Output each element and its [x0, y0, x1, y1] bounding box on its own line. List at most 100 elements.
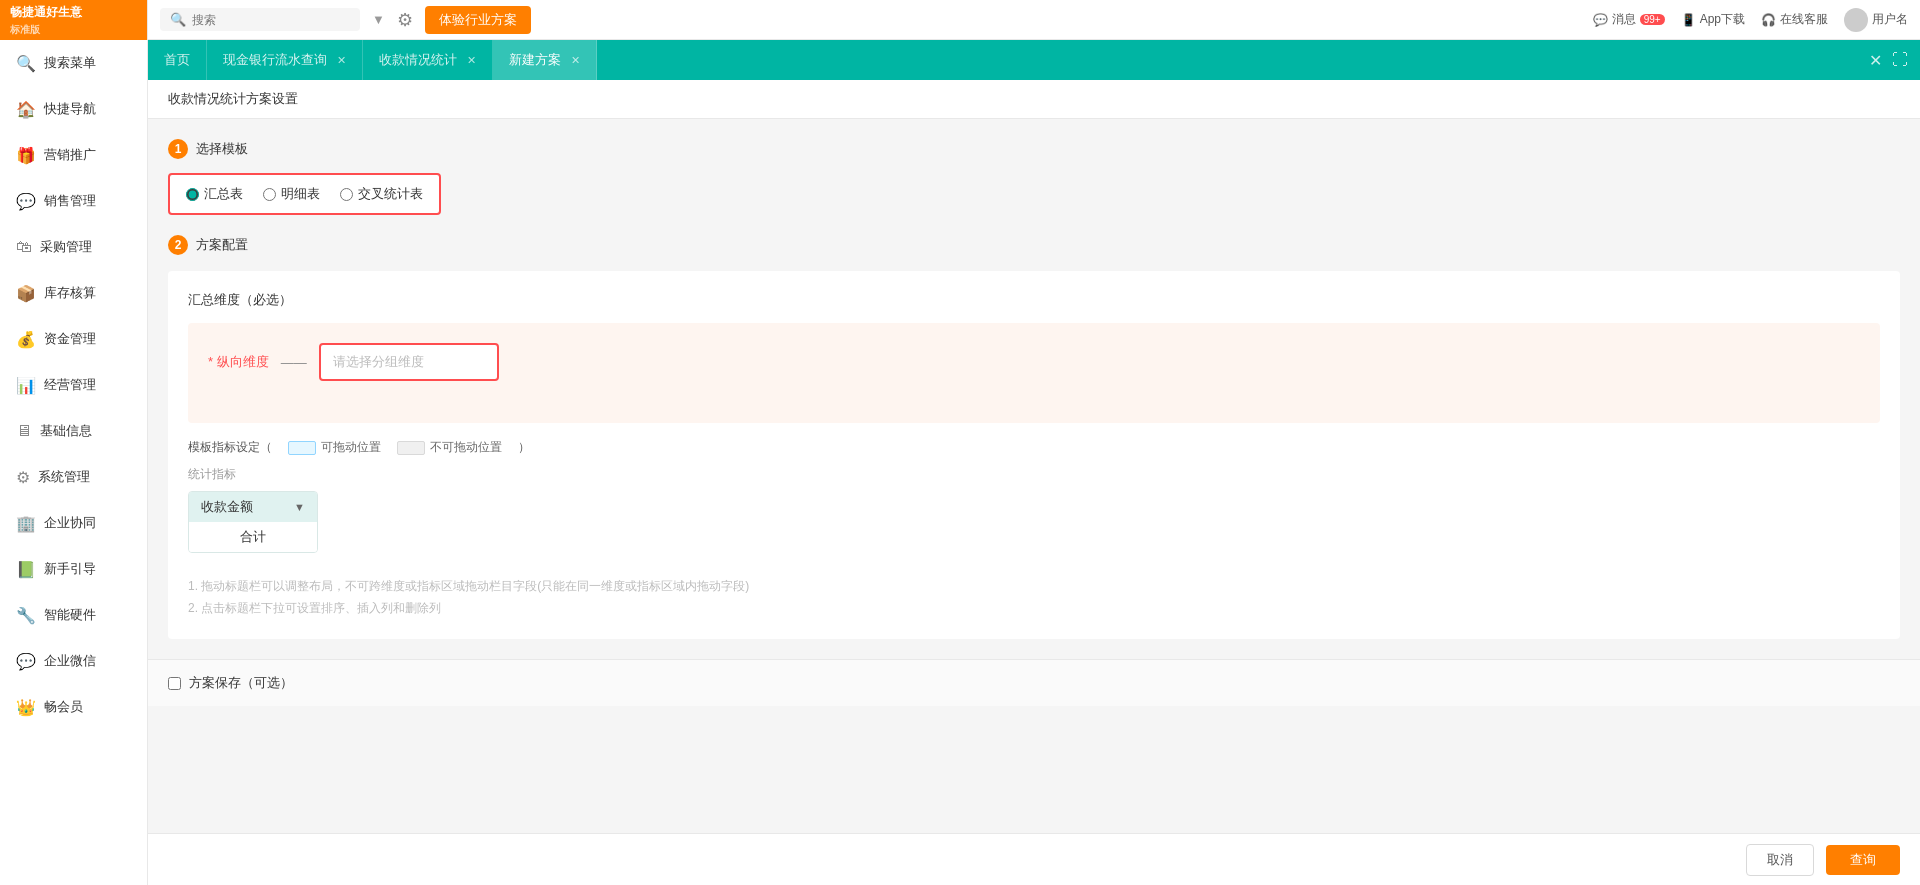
service-icon: 🎧 [1761, 13, 1776, 27]
sidebar-item-purchase[interactable]: 🛍 采购管理 [0, 224, 147, 270]
sidebar-item-smart[interactable]: 🔧 智能硬件 [0, 592, 147, 638]
wechat-icon: 💬 [16, 652, 36, 671]
dimension-select[interactable]: 请选择分组维度 [319, 343, 499, 381]
template-option-summary[interactable]: 汇总表 [186, 185, 243, 203]
tab-receipt-stat[interactable]: 收款情况统计 ✕ [363, 40, 493, 80]
page-header: 收款情况统计方案设置 [148, 80, 1920, 119]
sidebar-item-enterprise[interactable]: 🏢 企业协同 [0, 500, 147, 546]
tab-actions: ✕ ⛶ [1857, 40, 1920, 80]
save-plan-checkbox[interactable] [168, 677, 181, 690]
section1-header: 1 选择模板 [168, 139, 1900, 159]
sidebar-item-label: 企业协同 [44, 514, 96, 532]
page-body: 1 选择模板 汇总表 明细表 交叉统计表 [148, 119, 1920, 659]
content-area: 收款情况统计方案设置 1 选择模板 汇总表 明细表 [148, 80, 1920, 833]
indicator-column-name: 收款金额 [201, 498, 253, 516]
sidebar: 畅捷通好生意 标准版 🔍 搜索菜单 🏠 快捷导航 🎁 营销推广 💬 销售管理 🛍… [0, 0, 148, 885]
sidebar-item-label: 快捷导航 [44, 100, 96, 118]
template-summary-label: 汇总表 [204, 185, 243, 203]
bag-icon: 🛍 [16, 238, 32, 256]
cancel-button[interactable]: 取消 [1746, 844, 1814, 876]
sidebar-item-finance[interactable]: 💰 资金管理 [0, 316, 147, 362]
sidebar-item-label: 搜索菜单 [44, 54, 96, 72]
template-option-detail[interactable]: 明细表 [263, 185, 320, 203]
config-section: 汇总维度（必选） * 纵向维度 —— 请选择分组维度 模板指标设定（ [168, 271, 1900, 639]
search-input[interactable] [192, 13, 332, 27]
tab-new-plan-close[interactable]: ✕ [571, 54, 580, 67]
movable-legend-box [288, 441, 316, 455]
sidebar-item-label: 库存核算 [44, 284, 96, 302]
indicators-label: 统计指标 [188, 466, 1880, 483]
close-window-icon[interactable]: ✕ [1869, 51, 1882, 70]
message-icon: 💬 [1593, 13, 1608, 27]
template-radio-detail[interactable] [263, 188, 276, 201]
tab-bank-flow-close[interactable]: ✕ [337, 54, 346, 67]
section2-title: 方案配置 [196, 236, 248, 254]
gift-icon: 🎁 [16, 146, 36, 165]
query-button[interactable]: 查询 [1826, 845, 1900, 875]
settings-icon[interactable]: ⚙ [397, 9, 413, 31]
tab-new-plan[interactable]: 新建方案 ✕ [493, 40, 597, 80]
sidebar-item-wechat[interactable]: 💬 企业微信 [0, 638, 147, 684]
sidebar-item-basic[interactable]: 🖥 基础信息 [0, 408, 147, 454]
logo-edition: 标准版 [10, 23, 82, 37]
online-service-action[interactable]: 🎧 在线客服 [1761, 11, 1828, 28]
sidebar-item-inventory[interactable]: 📦 库存核算 [0, 270, 147, 316]
section2: 2 方案配置 汇总维度（必选） * 纵向维度 —— 请选择分组维度 [168, 235, 1900, 639]
chevron-down-icon[interactable]: ▼ [294, 501, 305, 513]
indicators-body: 合计 [189, 522, 317, 552]
sidebar-item-sales[interactable]: 💬 销售管理 [0, 178, 147, 224]
indicators-header[interactable]: 收款金额 ▼ [189, 492, 317, 522]
sidebar-item-label: 经营管理 [44, 376, 96, 394]
section1-title: 选择模板 [196, 140, 248, 158]
message-label: 消息 [1612, 11, 1636, 28]
sidebar-item-label: 新手引导 [44, 560, 96, 578]
template-option-cross[interactable]: 交叉统计表 [340, 185, 423, 203]
maximize-icon[interactable]: ⛶ [1892, 51, 1908, 69]
page-title: 收款情况统计方案设置 [168, 91, 298, 106]
footer-section: 方案保存（可选） [148, 659, 1920, 706]
indicator-row-value: 合计 [240, 529, 266, 544]
template-radio-cross[interactable] [340, 188, 353, 201]
tab-new-plan-label: 新建方案 [509, 51, 561, 69]
template-detail-label: 明细表 [281, 185, 320, 203]
user-action[interactable]: 用户名 [1844, 8, 1908, 32]
tab-receipt-stat-close[interactable]: ✕ [467, 54, 476, 67]
sidebar-item-guide[interactable]: 📗 新手引导 [0, 546, 147, 592]
tab-home[interactable]: 首页 [148, 40, 207, 80]
money-icon: 💰 [16, 330, 36, 349]
sidebar-item-operations[interactable]: 📊 经营管理 [0, 362, 147, 408]
sidebar-item-system[interactable]: ⚙ 系统管理 [0, 454, 147, 500]
message-badge: 99+ [1640, 14, 1665, 25]
download-label: App下载 [1700, 11, 1745, 28]
fixed-legend-label: 不可拖动位置 [430, 439, 502, 456]
sidebar-item-search-menu[interactable]: 🔍 搜索菜单 [0, 40, 147, 86]
topbar: 🔍 ▼ ⚙ 体验行业方案 💬 消息 99+ 📱 App下载 🎧 在线客服 用户名 [148, 0, 1920, 40]
sidebar-item-label: 系统管理 [38, 468, 90, 486]
sidebar-item-quick-nav[interactable]: 🏠 快捷导航 [0, 86, 147, 132]
topbar-actions: 💬 消息 99+ 📱 App下载 🎧 在线客服 用户名 [1593, 8, 1908, 32]
template-cross-label: 交叉统计表 [358, 185, 423, 203]
sidebar-item-label: 销售管理 [44, 192, 96, 210]
search-box[interactable]: 🔍 [160, 8, 360, 31]
template-selector-box: 汇总表 明细表 交叉统计表 [168, 173, 441, 215]
message-action[interactable]: 💬 消息 99+ [1593, 11, 1665, 28]
sidebar-item-member[interactable]: 👑 畅会员 [0, 684, 147, 730]
download-icon: 📱 [1681, 13, 1696, 27]
dimension-box: * 纵向维度 —— 请选择分组维度 [188, 323, 1880, 423]
app-download-action[interactable]: 📱 App下载 [1681, 11, 1745, 28]
user-name: 用户名 [1872, 11, 1908, 28]
dropdown-arrow-icon[interactable]: ▼ [372, 12, 385, 27]
service-label: 在线客服 [1780, 11, 1828, 28]
legend-close: ） [518, 439, 530, 456]
template-radio-summary[interactable] [186, 188, 199, 201]
box-icon: 📦 [16, 284, 36, 303]
main-area: 🔍 ▼ ⚙ 体验行业方案 💬 消息 99+ 📱 App下载 🎧 在线客服 用户名 [148, 0, 1920, 885]
trial-button[interactable]: 体验行业方案 [425, 6, 531, 34]
sidebar-item-marketing[interactable]: 🎁 营销推广 [0, 132, 147, 178]
fixed-legend-item: 不可拖动位置 [397, 439, 502, 456]
sidebar-item-label: 企业微信 [44, 652, 96, 670]
sidebar-item-label: 基础信息 [40, 422, 92, 440]
indicators-table: 收款金额 ▼ 合计 [188, 491, 318, 553]
sidebar-item-label: 资金管理 [44, 330, 96, 348]
tab-bank-flow[interactable]: 现金银行流水查询 ✕ [207, 40, 363, 80]
